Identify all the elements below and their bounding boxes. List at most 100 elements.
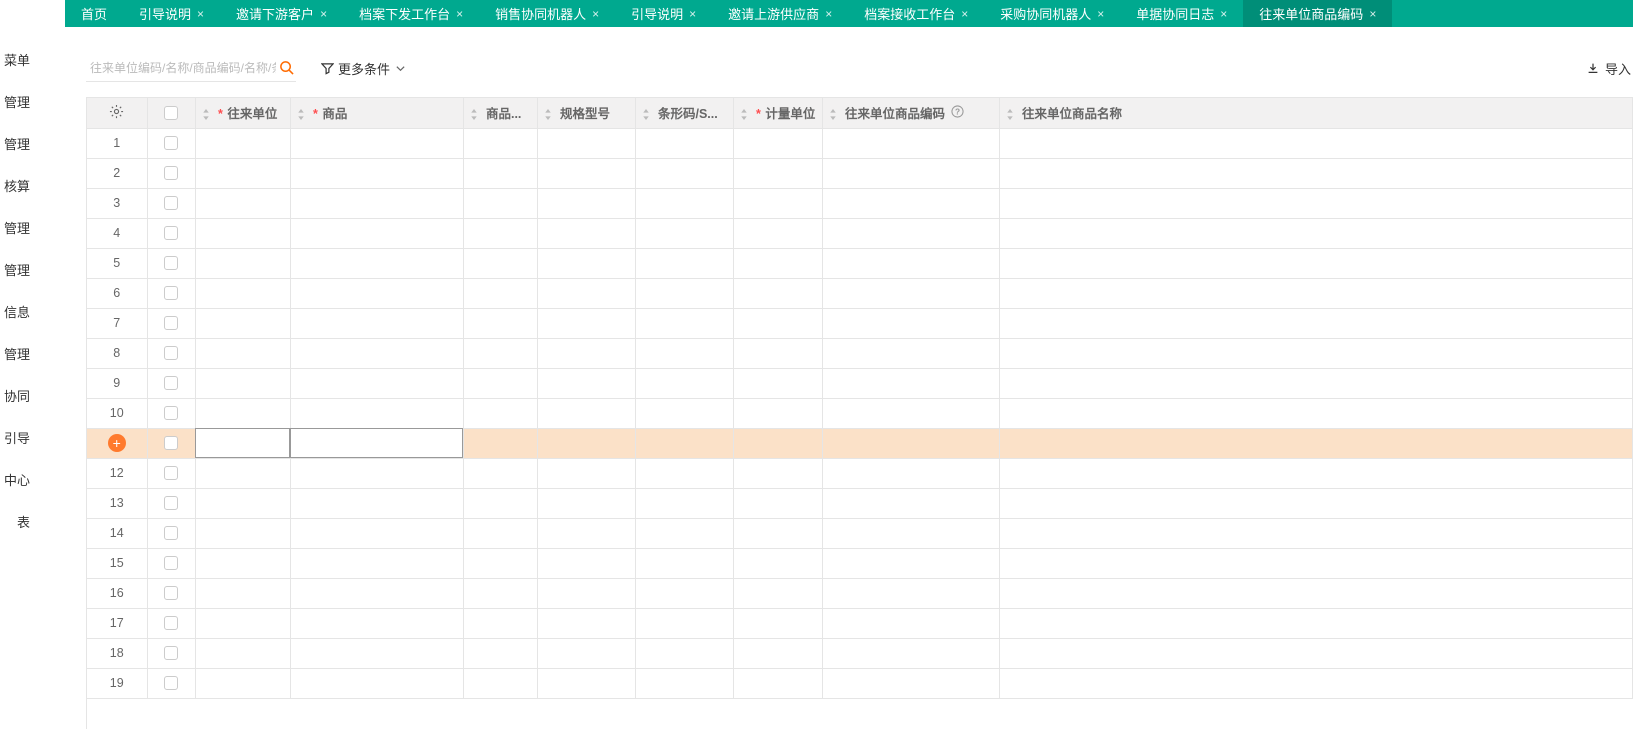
- cell-name[interactable]: [999, 428, 1633, 458]
- row-checkbox[interactable]: [164, 586, 178, 600]
- cell-pclass[interactable]: [463, 578, 537, 608]
- cell-measure[interactable]: [733, 368, 822, 398]
- cell-spec[interactable]: [537, 308, 635, 338]
- cell-spec[interactable]: [537, 188, 635, 218]
- cell-product[interactable]: [290, 638, 463, 668]
- cell-unit[interactable]: [195, 308, 290, 338]
- cell-pclass[interactable]: [463, 488, 537, 518]
- cell-unit[interactable]: [195, 548, 290, 578]
- cell-barcode[interactable]: [635, 398, 733, 428]
- cell-barcode[interactable]: [635, 578, 733, 608]
- cell-product[interactable]: [290, 548, 463, 578]
- cell-unit[interactable]: [195, 338, 290, 368]
- table-row[interactable]: 19: [87, 668, 1633, 698]
- cell-name[interactable]: [999, 218, 1633, 248]
- cell-barcode[interactable]: [635, 428, 733, 458]
- cell-code[interactable]: [822, 338, 999, 368]
- export-button[interactable]: 导入: [1586, 54, 1631, 82]
- row-checkbox[interactable]: [164, 406, 178, 420]
- close-icon[interactable]: ×: [689, 7, 696, 21]
- table-row[interactable]: 14: [87, 518, 1633, 548]
- cell-name[interactable]: [999, 128, 1633, 158]
- cell-measure[interactable]: [733, 488, 822, 518]
- cell-name[interactable]: [999, 338, 1633, 368]
- cell-unit[interactable]: [195, 458, 290, 488]
- cell-measure[interactable]: [733, 668, 822, 698]
- tab-9[interactable]: 单据协同日志×: [1120, 0, 1243, 27]
- row-checkbox[interactable]: [164, 196, 178, 210]
- cell-code[interactable]: [822, 398, 999, 428]
- cell-spec[interactable]: [537, 548, 635, 578]
- cell-code[interactable]: [822, 278, 999, 308]
- cell-unit[interactable]: [195, 668, 290, 698]
- cell-measure[interactable]: [733, 458, 822, 488]
- row-checkbox[interactable]: [164, 646, 178, 660]
- sidebar-item-8[interactable]: 协同: [0, 374, 36, 416]
- cell-spec[interactable]: [537, 278, 635, 308]
- row-checkbox[interactable]: [164, 376, 178, 390]
- cell-spec[interactable]: [537, 338, 635, 368]
- sidebar-item-7[interactable]: 管理: [0, 332, 36, 374]
- cell-name[interactable]: [999, 308, 1633, 338]
- table-row[interactable]: 7: [87, 308, 1633, 338]
- tab-6[interactable]: 邀请上游供应商×: [712, 0, 848, 27]
- add-row-button[interactable]: +: [108, 434, 126, 452]
- table-row[interactable]: 4: [87, 218, 1633, 248]
- cell-barcode[interactable]: [635, 188, 733, 218]
- cell-barcode[interactable]: [635, 638, 733, 668]
- table-row[interactable]: 1: [87, 128, 1633, 158]
- cell-code[interactable]: [822, 458, 999, 488]
- cell-code[interactable]: [822, 518, 999, 548]
- cell-spec[interactable]: [537, 458, 635, 488]
- row-checkbox[interactable]: [164, 346, 178, 360]
- header-product-class[interactable]: 商品...: [463, 98, 537, 128]
- cell-product[interactable]: [290, 278, 463, 308]
- help-icon[interactable]: ?: [950, 105, 964, 119]
- row-checkbox[interactable]: [164, 136, 178, 150]
- sidebar-item-1[interactable]: 管理: [0, 80, 36, 122]
- table-row[interactable]: 2: [87, 158, 1633, 188]
- cell-measure[interactable]: [733, 608, 822, 638]
- cell-measure[interactable]: [733, 638, 822, 668]
- cell-barcode[interactable]: [635, 368, 733, 398]
- cell-product[interactable]: [290, 308, 463, 338]
- cell-code[interactable]: [822, 188, 999, 218]
- table-row[interactable]: 9: [87, 368, 1633, 398]
- cell-unit[interactable]: [195, 368, 290, 398]
- cell-spec[interactable]: [537, 158, 635, 188]
- cell-unit[interactable]: [195, 638, 290, 668]
- tab-8[interactable]: 采购协同机器人×: [984, 0, 1120, 27]
- cell-measure[interactable]: [733, 548, 822, 578]
- cell-spec[interactable]: [537, 668, 635, 698]
- cell-pclass[interactable]: [463, 638, 537, 668]
- cell-pclass[interactable]: [463, 518, 537, 548]
- cell-unit[interactable]: [195, 158, 290, 188]
- close-icon[interactable]: ×: [197, 7, 204, 21]
- cell-spec[interactable]: [537, 398, 635, 428]
- row-checkbox[interactable]: [164, 616, 178, 630]
- cell-pclass[interactable]: [463, 548, 537, 578]
- cell-code[interactable]: [822, 578, 999, 608]
- tab-4[interactable]: 销售协同机器人×: [479, 0, 615, 27]
- cell-unit[interactable]: [195, 188, 290, 218]
- cell-unit[interactable]: [195, 128, 290, 158]
- table-row[interactable]: 3: [87, 188, 1633, 218]
- close-icon[interactable]: ×: [1369, 7, 1376, 21]
- search-icon[interactable]: [278, 60, 294, 76]
- header-settings[interactable]: [87, 98, 147, 128]
- sidebar-item-9[interactable]: 引导: [0, 416, 36, 458]
- cell-name[interactable]: [999, 158, 1633, 188]
- cell-barcode[interactable]: [635, 668, 733, 698]
- cell-unit[interactable]: [195, 578, 290, 608]
- cell-code[interactable]: [822, 308, 999, 338]
- cell-product[interactable]: [290, 428, 463, 458]
- cell-name[interactable]: [999, 248, 1633, 278]
- cell-pclass[interactable]: [463, 158, 537, 188]
- cell-product[interactable]: [290, 368, 463, 398]
- table-row[interactable]: 10: [87, 398, 1633, 428]
- cell-measure[interactable]: [733, 398, 822, 428]
- cell-unit[interactable]: [195, 218, 290, 248]
- close-icon[interactable]: ×: [1220, 7, 1227, 21]
- cell-barcode[interactable]: [635, 518, 733, 548]
- sidebar-item-10[interactable]: 中心: [0, 458, 36, 500]
